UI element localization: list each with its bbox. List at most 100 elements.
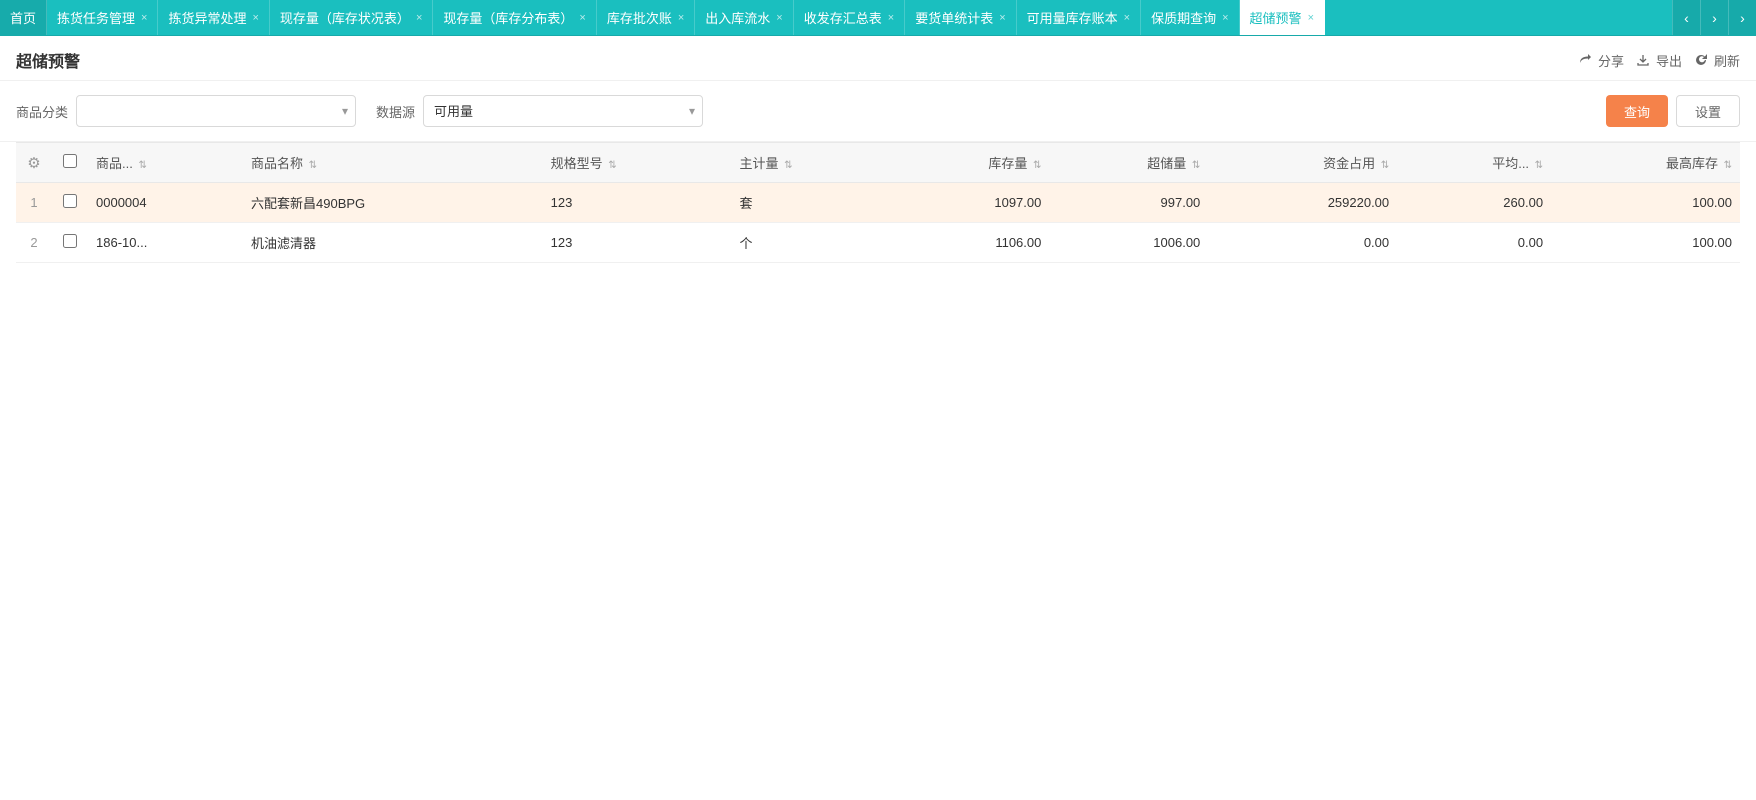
- unit-0: 套: [732, 183, 891, 223]
- col-unit[interactable]: 主计量 ⇅: [732, 143, 891, 183]
- row-checkbox-0[interactable]: [63, 194, 77, 208]
- category-label: 商品分类: [16, 102, 68, 121]
- nav-next-button[interactable]: ›: [1700, 0, 1728, 36]
- close-icon-8[interactable]: ×: [999, 12, 1005, 24]
- nav-tab-8[interactable]: 要货单统计表 ×: [905, 0, 1016, 36]
- datasource-filter-group: 数据源 可用量 库存量 ▾: [376, 95, 703, 127]
- table-body: 1 0000004 六配套新昌490BPG 123 套 1097.00 997.…: [16, 183, 1740, 263]
- nav-tab-6-label: 出入库流水: [705, 8, 770, 27]
- col-avg[interactable]: 平均... ⇅: [1397, 143, 1551, 183]
- refresh-link[interactable]: 刷新: [1694, 51, 1740, 70]
- fund-1: 0.00: [1208, 223, 1397, 263]
- close-icon-9[interactable]: ×: [1124, 12, 1130, 24]
- checkbox-column-header[interactable]: [52, 143, 88, 183]
- nav-prev-button[interactable]: ‹: [1672, 0, 1700, 36]
- sort-icon-name: ⇅: [309, 160, 317, 171]
- fund-0: 259220.00: [1208, 183, 1397, 223]
- row-checkbox-cell-0[interactable]: [52, 183, 88, 223]
- nav-tab-9[interactable]: 可用量库存账本 ×: [1017, 0, 1141, 36]
- top-nav: 首页 拣货任务管理 × 拣货异常处理 × 现存量（库存状况表） × 现存量（库存…: [0, 0, 1756, 36]
- nav-tab-8-label: 要货单统计表: [915, 8, 993, 27]
- nav-tab-4-label: 现存量（库存分布表）: [443, 8, 573, 27]
- sort-icon-max: ⇅: [1724, 160, 1732, 171]
- nav-tab-active[interactable]: 超储预警 ×: [1240, 0, 1325, 36]
- sort-icon-fund: ⇅: [1381, 160, 1389, 171]
- datasource-label: 数据源: [376, 102, 415, 121]
- nav-tab-home-label: 首页: [10, 8, 36, 27]
- close-icon-6[interactable]: ×: [776, 12, 782, 24]
- avg-0: 260.00: [1397, 183, 1551, 223]
- sort-icon-overstock: ⇅: [1192, 160, 1200, 171]
- share-link[interactable]: 分享: [1578, 51, 1624, 70]
- avg-1: 0.00: [1397, 223, 1551, 263]
- close-icon-2[interactable]: ×: [252, 12, 258, 24]
- col-max-stock[interactable]: 最高库存 ⇅: [1551, 143, 1740, 183]
- close-icon-3[interactable]: ×: [416, 12, 422, 24]
- max-stock-0: 100.00: [1551, 183, 1740, 223]
- nav-tab-2-label: 拣货异常处理: [168, 8, 246, 27]
- nav-tab-2[interactable]: 拣货异常处理 ×: [158, 0, 269, 36]
- nav-tab-5-label: 库存批次账: [607, 8, 672, 27]
- gear-icon[interactable]: ⚙: [27, 155, 40, 172]
- filter-area: 商品分类 ▾ 数据源 可用量 库存量 ▾ 查询 设置: [0, 81, 1756, 142]
- close-icon-1[interactable]: ×: [141, 12, 147, 24]
- gear-column-header[interactable]: ⚙: [16, 143, 52, 183]
- close-icon-4[interactable]: ×: [579, 12, 585, 24]
- stock-1: 1106.00: [890, 223, 1049, 263]
- table-header-row: ⚙ 商品... ⇅ 商品名称 ⇅ 规格型号 ⇅: [16, 143, 1740, 183]
- page-header: 超储预警 分享 导出 刷新: [0, 36, 1756, 81]
- category-select[interactable]: [76, 95, 356, 127]
- unit-1: 个: [732, 223, 891, 263]
- nav-tab-10[interactable]: 保质期查询 ×: [1141, 0, 1239, 36]
- filter-actions: 查询 设置: [1606, 95, 1740, 127]
- nav-tab-1-label: 拣货任务管理: [57, 8, 135, 27]
- row-checkbox-1[interactable]: [63, 234, 77, 248]
- close-icon-10[interactable]: ×: [1222, 12, 1228, 24]
- nav-arrows: ‹ › ›: [1672, 0, 1756, 36]
- close-icon-5[interactable]: ×: [678, 12, 684, 24]
- page-content: 超储预警 分享 导出 刷新 商品: [0, 36, 1756, 800]
- nav-tab-3[interactable]: 现存量（库存状况表） ×: [270, 0, 433, 36]
- table-container: ⚙ 商品... ⇅ 商品名称 ⇅ 规格型号 ⇅: [0, 142, 1756, 263]
- datasource-select-wrap: 可用量 库存量 ▾: [423, 95, 703, 127]
- col-fund[interactable]: 资金占用 ⇅: [1208, 143, 1397, 183]
- query-button[interactable]: 查询: [1606, 95, 1668, 127]
- nav-tab-1[interactable]: 拣货任务管理 ×: [47, 0, 158, 36]
- col-stock[interactable]: 库存量 ⇅: [890, 143, 1049, 183]
- nav-tab-9-label: 可用量库存账本: [1027, 8, 1118, 27]
- nav-tab-3-label: 现存量（库存状况表）: [280, 8, 410, 27]
- overstock-0: 997.00: [1049, 183, 1208, 223]
- close-icon-7[interactable]: ×: [888, 12, 894, 24]
- product-name-1: 机油滤清器: [243, 223, 543, 263]
- spec-1: 123: [543, 223, 732, 263]
- col-overstock[interactable]: 超储量 ⇅: [1049, 143, 1208, 183]
- nav-tab-7[interactable]: 收发存汇总表 ×: [794, 0, 905, 36]
- row-num-0: 1: [16, 183, 52, 223]
- header-actions: 分享 导出 刷新: [1578, 51, 1740, 70]
- col-spec[interactable]: 规格型号 ⇅: [543, 143, 732, 183]
- stock-0: 1097.00: [890, 183, 1049, 223]
- nav-more-button[interactable]: ›: [1728, 0, 1756, 36]
- row-checkbox-cell-1[interactable]: [52, 223, 88, 263]
- overstock-1: 1006.00: [1049, 223, 1208, 263]
- table-row: 2 186-10... 机油滤清器 123 个 1106.00 1006.00 …: [16, 223, 1740, 263]
- row-num-1: 2: [16, 223, 52, 263]
- nav-tab-4[interactable]: 现存量（库存分布表） ×: [433, 0, 596, 36]
- data-table: ⚙ 商品... ⇅ 商品名称 ⇅ 规格型号 ⇅: [16, 142, 1740, 263]
- product-name-0: 六配套新昌490BPG: [243, 183, 543, 223]
- col-product-name[interactable]: 商品名称 ⇅: [243, 143, 543, 183]
- nav-tab-5[interactable]: 库存批次账 ×: [597, 0, 695, 36]
- export-link[interactable]: 导出: [1636, 51, 1682, 70]
- sort-icon-unit: ⇅: [784, 160, 792, 171]
- select-all-checkbox[interactable]: [63, 154, 77, 168]
- export-icon: [1636, 53, 1650, 67]
- category-select-wrap: ▾: [76, 95, 356, 127]
- setting-button[interactable]: 设置: [1676, 95, 1740, 127]
- datasource-select[interactable]: 可用量 库存量: [423, 95, 703, 127]
- nav-tab-6[interactable]: 出入库流水 ×: [695, 0, 793, 36]
- col-product-code[interactable]: 商品... ⇅: [88, 143, 243, 183]
- page-title: 超储预警: [16, 48, 80, 72]
- nav-tab-home[interactable]: 首页: [0, 0, 47, 36]
- close-icon-active[interactable]: ×: [1308, 12, 1314, 24]
- product-code-0: 0000004: [88, 183, 243, 223]
